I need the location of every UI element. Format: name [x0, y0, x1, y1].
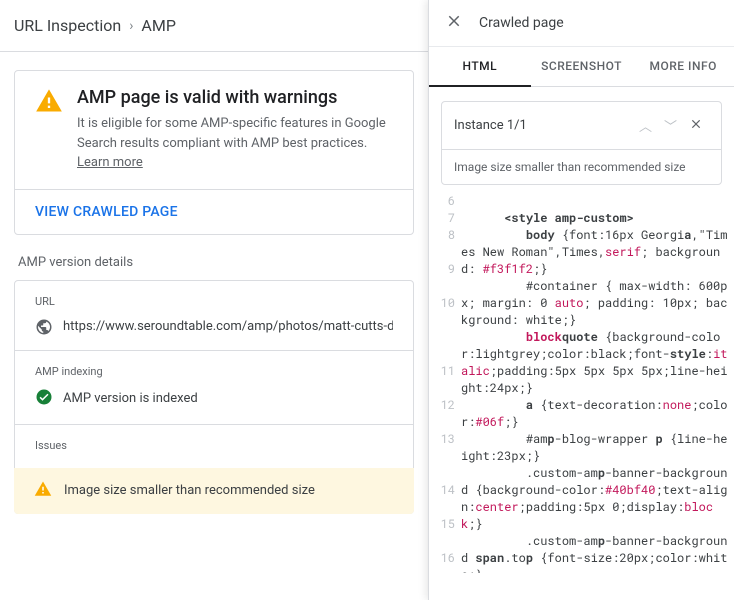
- panel-title: Crawled page: [479, 15, 564, 31]
- crawled-page-panel: Crawled page HTML SCREENSHOT MORE INFO I…: [428, 0, 734, 600]
- chevron-up-icon[interactable]: ︿: [633, 112, 658, 139]
- instance-label: Instance 1/1: [454, 118, 633, 133]
- status-description: It is eligible for some AMP-specific fea…: [77, 114, 393, 173]
- amp-indexing-label: AMP indexing: [35, 365, 393, 378]
- status-card: AMP page is valid with warnings It is el…: [14, 70, 414, 235]
- learn-more-link[interactable]: Learn more: [77, 155, 143, 170]
- tab-screenshot[interactable]: SCREENSHOT: [531, 47, 633, 86]
- issues-label: Issues: [35, 439, 393, 452]
- issue-row[interactable]: Image size smaller than recommended size: [14, 468, 414, 514]
- close-icon[interactable]: [445, 12, 463, 34]
- url-label: URL: [35, 295, 393, 308]
- amp-indexing-value: AMP version is indexed: [63, 391, 198, 406]
- breadcrumb-url-inspection[interactable]: URL Inspection: [14, 16, 121, 35]
- issue-text: Image size smaller than recommended size: [64, 483, 315, 498]
- status-title: AMP page is valid with warnings: [77, 87, 393, 108]
- instance-box: Instance 1/1 ︿ ﹀ Image size smaller than…: [441, 101, 722, 185]
- warning-icon: [34, 480, 52, 502]
- breadcrumb: URL Inspection › AMP: [0, 0, 428, 52]
- code-view[interactable]: 678910111213141516171819 <style amp-cust…: [433, 193, 730, 573]
- details-card: URL https://www.seroundtable.com/amp/pho…: [14, 280, 414, 514]
- check-circle-icon: [35, 388, 53, 410]
- tabs: HTML SCREENSHOT MORE INFO: [429, 47, 734, 87]
- tab-more-info[interactable]: MORE INFO: [632, 47, 734, 86]
- chevron-down-icon[interactable]: ﹀: [658, 112, 683, 139]
- breadcrumb-amp[interactable]: AMP: [141, 16, 176, 35]
- globe-icon: [35, 318, 53, 336]
- view-crawled-page-button[interactable]: VIEW CRAWLED PAGE: [15, 190, 413, 234]
- chevron-right-icon: ›: [129, 18, 133, 34]
- url-value: https://www.seroundtable.com/amp/photos/…: [63, 319, 393, 334]
- section-label: AMP version details: [14, 249, 414, 280]
- tab-html[interactable]: HTML: [429, 47, 531, 87]
- warning-icon: [35, 87, 63, 173]
- close-icon[interactable]: [683, 113, 709, 139]
- instance-description: Image size smaller than recommended size: [442, 150, 721, 184]
